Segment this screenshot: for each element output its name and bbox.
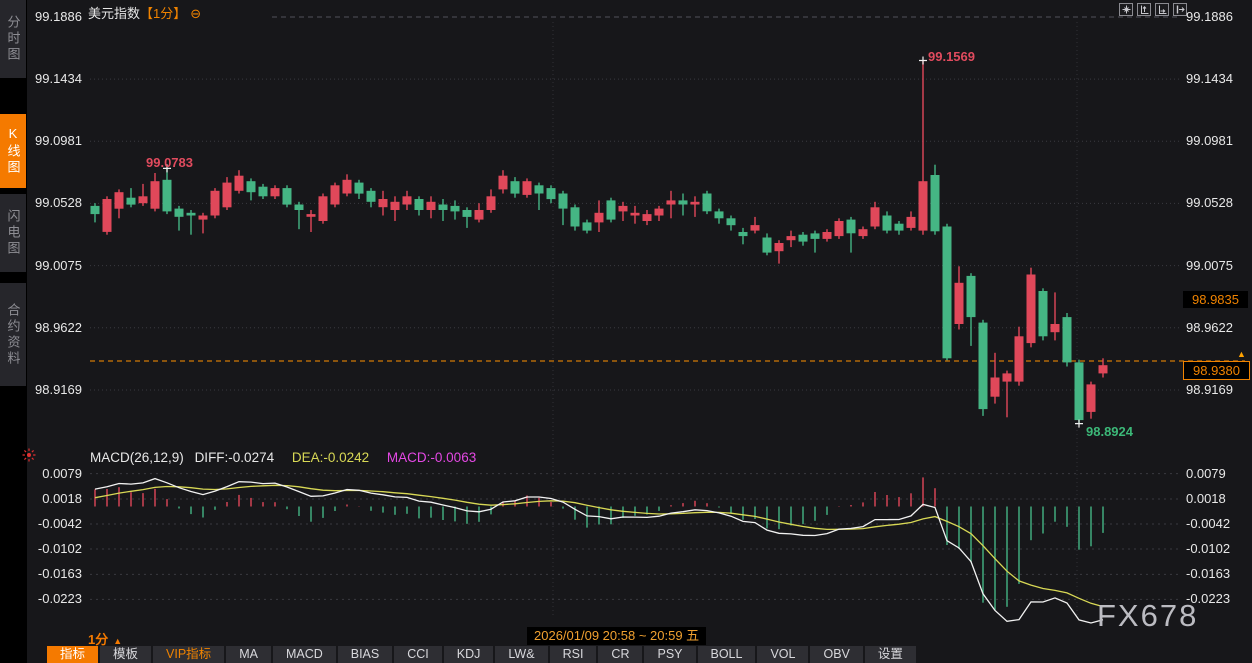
toolbar-item-设置[interactable]: 设置	[864, 646, 916, 663]
macd-name: MACD(26,12,9)	[90, 450, 184, 465]
candlestick-plot[interactable]	[0, 0, 1252, 663]
y-axis-scale-icon[interactable]	[1137, 3, 1151, 16]
toolbar-item-CCI[interactable]: CCI	[394, 646, 442, 663]
axis-tick-label: -0.0163	[1186, 566, 1231, 582]
time-range-label: 2026/01/09 20:58 ~ 20:59 五	[527, 627, 707, 645]
axis-tick-label: 0.0018	[42, 490, 82, 506]
axis-tick-label: 99.1434	[35, 71, 82, 87]
kline-app: 分时图 K线图 闪电图 合约资料 美元指数【1分】 ⊖ 99.1886 99.1434 99…	[0, 0, 1252, 663]
toolbar-item-CR[interactable]: CR	[598, 646, 643, 663]
candles-group	[90, 60, 1108, 424]
toolbar-item-PSY[interactable]: PSY	[644, 646, 696, 663]
symbol-name: 美元指数	[88, 6, 141, 21]
axis-tick-label: -0.0163	[37, 566, 82, 582]
axis-tick-label: 98.9169	[35, 382, 82, 397]
macd-dea-line	[94, 484, 1104, 608]
x-axis-scale-icon[interactable]	[1155, 3, 1169, 16]
axis-tick-label: 99.1886	[1186, 9, 1233, 24]
toolbar-item-BIAS[interactable]: BIAS	[337, 646, 393, 663]
axis-tick-label: 99.0075	[1186, 257, 1233, 273]
period-tag: 【1分】	[140, 6, 187, 21]
macd-diff-line	[94, 477, 1104, 624]
axis-tick-label: 99.0981	[35, 133, 82, 149]
axis-tick-label: 99.0981	[1186, 133, 1233, 149]
price-axis-left: 99.1886 99.1434 99.0981 99.0528 99.0075 98.96…	[0, 0, 84, 640]
period-label: 1分	[88, 632, 109, 647]
toolbar-item-MA[interactable]: MA	[226, 646, 271, 663]
macd-macd-value: MACD:-0.0063	[386, 450, 477, 465]
price-axis-right: 99.1886 99.1434 99.0981 99.0528 99.0075 98.96…	[1186, 0, 1252, 640]
macd-legend: MACD(26,12,9) DIFF:-0.0274 DEA:-0.0242 M…	[90, 450, 476, 465]
toolbar-item-MACD[interactable]: MACD	[272, 646, 336, 663]
axis-tick-label: 99.1886	[35, 9, 82, 24]
toolbar-item-VIP指标[interactable]: VIP指标	[153, 646, 225, 663]
period-arrow-icon: ▲	[113, 636, 123, 646]
watermark: FX678	[1097, 598, 1199, 633]
axis-tick-label: 0.0079	[42, 465, 82, 481]
toolbar-item-RSI[interactable]: RSI	[549, 646, 597, 663]
axis-tick-label: 0.0018	[1186, 490, 1226, 506]
session-low-label: 98.8924	[1086, 424, 1133, 439]
axis-tick-label: 0.0079	[1186, 465, 1226, 481]
macd-diff-value: DIFF:-0.0274	[194, 450, 275, 465]
axis-tick-label: 99.0075	[35, 257, 82, 273]
collapse-icon[interactable]: ⊖	[190, 6, 201, 21]
macd-dea-value: DEA:-0.0242	[291, 450, 370, 465]
popout-icon[interactable]	[1173, 3, 1187, 16]
toolbar-item-OBV[interactable]: OBV	[810, 646, 863, 663]
last-price-marker-icon: ▲	[1237, 349, 1246, 359]
indicator-toolbar: 指标 模板 VIP指标 MA MACD BIAS CCI KDJ LW& RSI CR PSY BOLL…	[47, 646, 916, 663]
axis-tick-label: 99.0528	[35, 195, 82, 211]
axis-tick-label: 99.0528	[1186, 195, 1233, 211]
toolbar-item-指标[interactable]: 指标	[47, 646, 99, 663]
toolbar-item-模板[interactable]: 模板	[100, 646, 152, 663]
axis-tick-label: 98.9622	[1186, 319, 1233, 335]
axis-tick-label: -0.0223	[37, 591, 82, 607]
axis-tick-label: -0.0102	[1186, 541, 1231, 556]
ref-price-box: 98.9835	[1183, 291, 1248, 308]
axis-tick-label: -0.0102	[37, 541, 82, 556]
last-price-box: 98.9380	[1183, 361, 1250, 380]
pan-icon[interactable]	[1119, 3, 1133, 16]
toolbar-item-LW&[interactable]: LW&	[495, 646, 548, 663]
toolbar-item-VOL[interactable]: VOL	[757, 646, 809, 663]
axis-tick-label: 98.9622	[35, 319, 82, 335]
swing-high-label: 99.0783	[146, 155, 193, 170]
axis-tick-label: 99.1434	[1186, 71, 1233, 87]
toolbar-item-KDJ[interactable]: KDJ	[443, 646, 494, 663]
session-high-label: 99.1569	[928, 49, 975, 64]
axis-tick-label: -0.0042	[1186, 516, 1231, 531]
axis-tick-label: -0.0042	[37, 516, 82, 531]
axis-tick-label: 98.9169	[1186, 382, 1233, 397]
window-controls	[1119, 3, 1187, 16]
indicator-settings-icon[interactable]	[22, 448, 36, 467]
chart-title: 美元指数【1分】 ⊖	[88, 3, 201, 22]
toolbar-item-BOLL[interactable]: BOLL	[697, 646, 756, 663]
